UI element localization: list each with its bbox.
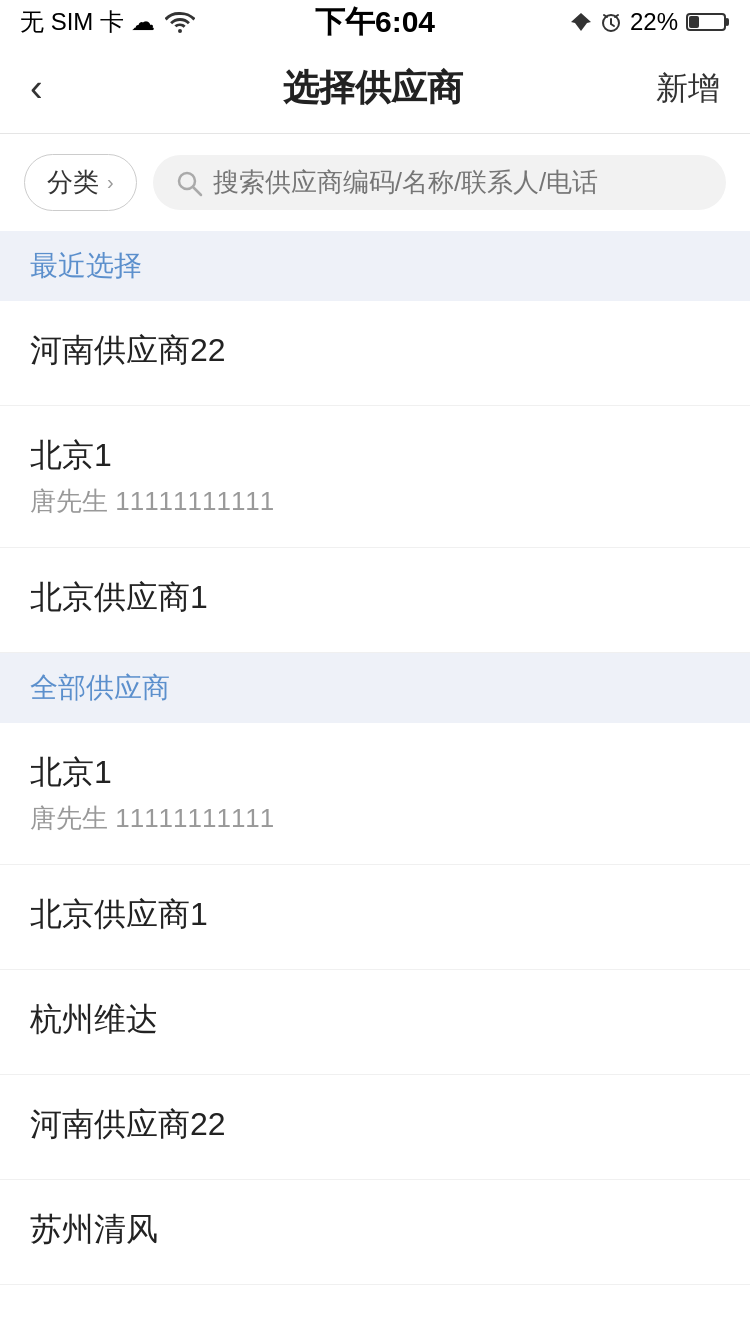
supplier-sub: 唐先生 11111111111 [30, 801, 720, 836]
search-icon [175, 169, 203, 197]
supplier-name: 河南供应商22 [30, 329, 720, 373]
supplier-name: 北京供应商1 [30, 893, 720, 937]
supplier-name: 北京1 [30, 434, 720, 478]
supplier-name: 北京1 [30, 751, 720, 795]
wifi-icon [165, 11, 195, 33]
nav-bar: ‹ 选择供应商 新增 [0, 44, 750, 134]
page-title: 选择供应商 [283, 64, 463, 113]
supplier-sub: 唐先生 11111111111 [30, 484, 720, 519]
location-icon [570, 11, 592, 33]
battery-percent: 22% [630, 8, 678, 36]
status-time: 下午6:04 [315, 2, 435, 43]
add-button[interactable]: 新增 [656, 67, 720, 111]
section-header-all: 全部供应商 [0, 653, 750, 723]
battery-icon [686, 11, 730, 33]
supplier-list: 最近选择河南供应商22 北京1 唐先生 11111111111 北京供应商1 全部供应商… [0, 231, 750, 1285]
list-item[interactable]: 北京供应商1 [0, 865, 750, 970]
category-label: 分类 [47, 165, 99, 200]
list-item[interactable]: 北京供应商1 [0, 548, 750, 653]
list-item[interactable]: 苏州清风 [0, 1180, 750, 1285]
filter-bar: 分类 › [0, 134, 750, 231]
list-item[interactable]: 北京1 唐先生 11111111111 [0, 723, 750, 865]
status-right: 22% [570, 8, 730, 36]
supplier-name: 河南供应商22 [30, 1103, 720, 1147]
svg-rect-2 [725, 18, 729, 26]
list-item[interactable]: 河南供应商22 [0, 1075, 750, 1180]
alarm-icon [600, 11, 622, 33]
search-input[interactable] [213, 167, 704, 198]
list-item[interactable]: 北京1 唐先生 11111111111 [0, 406, 750, 548]
back-button[interactable]: ‹ [30, 67, 90, 110]
category-filter[interactable]: 分类 › [24, 154, 137, 211]
list-item[interactable]: 杭州维达 [0, 970, 750, 1075]
list-item[interactable]: 河南供应商22 [0, 301, 750, 406]
supplier-name: 北京供应商1 [30, 576, 720, 620]
status-bar: 无 SIM 卡 ☁ 下午6:04 22% [0, 0, 750, 44]
chevron-right-icon: › [107, 171, 114, 194]
section-header-recent: 最近选择 [0, 231, 750, 301]
search-box[interactable] [153, 155, 726, 210]
supplier-name: 杭州维达 [30, 998, 720, 1042]
supplier-name: 苏州清风 [30, 1208, 720, 1252]
svg-line-5 [193, 187, 201, 195]
svg-rect-3 [689, 16, 699, 28]
sim-status: 无 SIM 卡 ☁ [20, 6, 155, 38]
status-left: 无 SIM 卡 ☁ [20, 6, 195, 38]
